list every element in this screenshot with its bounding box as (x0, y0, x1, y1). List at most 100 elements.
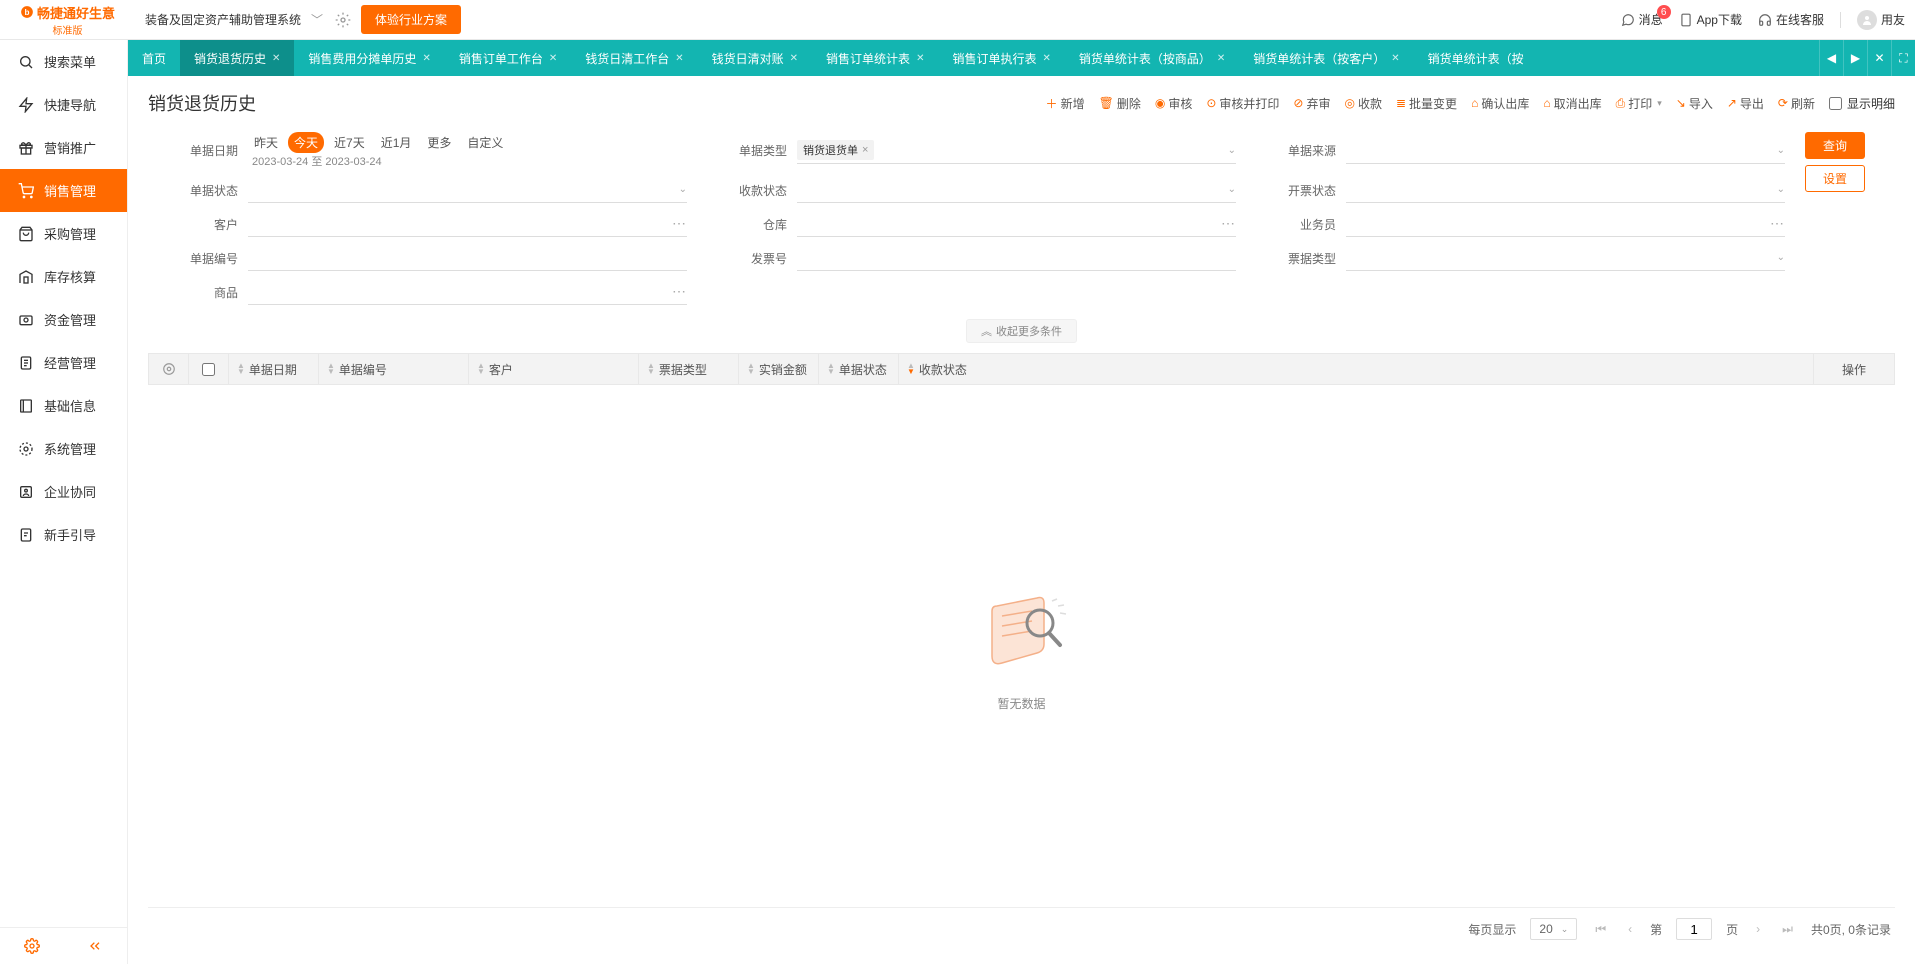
col-status[interactable]: ▲▼单据状态 (819, 354, 899, 384)
tab-6[interactable]: 销售订单统计表✕ (812, 40, 938, 76)
sidebar-item-8[interactable]: 基础信息 (0, 384, 127, 427)
toolbar-import[interactable]: ↘导入 (1676, 95, 1713, 112)
toolbar-audit[interactable]: ◉审核 (1155, 95, 1193, 112)
tab-8[interactable]: 销货单统计表（按商品）✕ (1065, 40, 1239, 76)
tab-close-all[interactable]: ✕ (1867, 40, 1891, 76)
show-detail-checkbox[interactable]: 显示明细 (1829, 95, 1895, 112)
close-icon[interactable]: × (862, 144, 868, 156)
close-icon[interactable]: ✕ (790, 53, 798, 64)
filter-warehouse[interactable]: 仓库 ⋯ (727, 211, 1236, 237)
close-icon[interactable]: ✕ (1217, 53, 1225, 64)
col-ticket-type[interactable]: ▲▼票据类型 (639, 354, 739, 384)
tab-scroll-left[interactable]: ◀ (1819, 40, 1843, 76)
toolbar-confirm-out[interactable]: ⌂确认出库 (1471, 95, 1529, 112)
app-download-link[interactable]: App下载 (1679, 11, 1742, 28)
filter-source[interactable]: 单据来源 ⌄ (1276, 132, 1785, 169)
date-quick-today[interactable]: 今天 (288, 132, 324, 153)
filter-customer[interactable]: 客户 ⋯ (178, 211, 687, 237)
settings-icon[interactable] (335, 12, 351, 28)
tab-2[interactable]: 销售费用分摊单历史✕ (294, 40, 444, 76)
col-customer[interactable]: ▲▼客户 (469, 354, 639, 384)
sidebar-item-6[interactable]: 资金管理 (0, 298, 127, 341)
per-page-select[interactable]: 20⌄ (1530, 918, 1577, 940)
tab-1[interactable]: 销货退货历史✕ (180, 40, 294, 76)
page-first[interactable]: ⏮ (1591, 922, 1610, 937)
try-industry-button[interactable]: 体验行业方案 (361, 5, 461, 34)
ellipsis-icon[interactable]: ⋯ (672, 215, 687, 232)
filter-invoice[interactable]: 发票号 (727, 245, 1236, 271)
toolbar-cancel-out[interactable]: ⌂取消出库 (1543, 95, 1601, 112)
close-icon[interactable]: ✕ (1391, 53, 1399, 64)
filter-code[interactable]: 单据编号 (178, 245, 687, 271)
filter-salesperson[interactable]: 业务员 ⋯ (1276, 211, 1785, 237)
tab-9[interactable]: 销货单统计表（按客户）✕ (1239, 40, 1413, 76)
close-icon[interactable]: ✕ (422, 53, 430, 64)
tab-5[interactable]: 钱货日清对账✕ (698, 40, 812, 76)
filter-type[interactable]: 单据类型 销货退货单× ⌄ (727, 132, 1236, 169)
page-prev[interactable]: ‹ (1624, 922, 1636, 936)
system-selector[interactable]: 装备及固定资产辅助管理系统 ﹀ (145, 11, 323, 28)
settings-button[interactable]: 设置 (1805, 165, 1865, 192)
tab-0[interactable]: 首页 (128, 40, 180, 76)
filter-open-invoice[interactable]: 开票状态 ⌄ (1276, 177, 1785, 203)
tab-scroll-right[interactable]: ▶ (1843, 40, 1867, 76)
toolbar-collect[interactable]: ◎收款 (1344, 95, 1382, 112)
sidebar-collapse-icon[interactable] (87, 938, 103, 954)
sidebar-item-10[interactable]: 企业协同 (0, 470, 127, 513)
sidebar-item-0[interactable]: 搜索菜单 (0, 40, 127, 83)
ellipsis-icon[interactable]: ⋯ (1770, 215, 1785, 232)
col-date[interactable]: ▲▼单据日期 (229, 354, 319, 384)
message-link[interactable]: 消息 6 (1621, 11, 1663, 28)
filter-status[interactable]: 单据状态 ⌄ (178, 177, 687, 203)
tab-7[interactable]: 销售订单执行表✕ (938, 40, 1064, 76)
col-pay-status[interactable]: ▲▼收款状态 (899, 354, 1814, 384)
filter-ticket-type[interactable]: 票据类型 ⌄ (1276, 245, 1785, 271)
close-icon[interactable]: ✕ (1042, 53, 1050, 64)
user-menu[interactable]: 用友 (1857, 10, 1905, 30)
page-last[interactable]: ⏭ (1778, 922, 1797, 937)
sidebar-item-1[interactable]: 快捷导航 (0, 83, 127, 126)
toolbar-print[interactable]: ⎙打印▾ (1616, 95, 1662, 112)
toolbar-export[interactable]: ↗导出 (1727, 95, 1764, 112)
sidebar-item-2[interactable]: 营销推广 (0, 126, 127, 169)
tab-3[interactable]: 销售订单工作台✕ (445, 40, 571, 76)
online-service-link[interactable]: 在线客服 (1758, 11, 1824, 28)
sidebar-settings-icon[interactable] (24, 938, 40, 954)
page-input[interactable] (1676, 918, 1712, 940)
sidebar-item-7[interactable]: 经营管理 (0, 341, 127, 384)
ellipsis-icon[interactable]: ⋯ (672, 283, 687, 300)
close-icon[interactable]: ✕ (272, 53, 280, 64)
date-quick-7days[interactable]: 近7天 (328, 132, 371, 153)
tab-10[interactable]: 销货单统计表（按 (1414, 40, 1538, 76)
column-settings-icon[interactable] (149, 354, 189, 384)
sidebar-item-4[interactable]: 采购管理 (0, 212, 127, 255)
date-quick-yesterday[interactable]: 昨天 (248, 132, 284, 153)
filter-product[interactable]: 商品 ⋯ (178, 279, 687, 305)
query-button[interactable]: 查询 (1805, 132, 1865, 159)
close-icon[interactable]: ✕ (916, 53, 924, 64)
date-quick-custom[interactable]: 自定义 (461, 132, 509, 153)
toolbar-delete[interactable]: 🗑删除 (1099, 95, 1141, 112)
toolbar-refresh[interactable]: ⟳刷新 (1778, 95, 1815, 112)
toolbar-abandon[interactable]: ⊘弃审 (1293, 95, 1330, 112)
collapse-filters-button[interactable]: ︽ 收起更多条件 (966, 319, 1077, 343)
col-amount[interactable]: ▲▼实销金额 (739, 354, 819, 384)
close-icon[interactable]: ✕ (549, 53, 557, 64)
type-tag[interactable]: 销货退货单× (797, 140, 874, 160)
tab-fullscreen[interactable]: ⛶ (1891, 40, 1915, 76)
toolbar-batch[interactable]: ≣批量变更 (1396, 95, 1457, 112)
sidebar-item-3[interactable]: 销售管理 (0, 169, 127, 212)
close-icon[interactable]: ✕ (675, 53, 683, 64)
select-all-checkbox[interactable] (189, 354, 229, 384)
page-next[interactable]: › (1752, 922, 1764, 936)
sidebar-item-9[interactable]: 系统管理 (0, 427, 127, 470)
date-quick-1month[interactable]: 近1月 (375, 132, 418, 153)
sidebar-item-11[interactable]: 新手引导 (0, 513, 127, 556)
tab-4[interactable]: 钱货日清工作台✕ (571, 40, 697, 76)
col-code[interactable]: ▲▼单据编号 (319, 354, 469, 384)
date-quick-more[interactable]: 更多 (421, 132, 457, 153)
sidebar-item-5[interactable]: 库存核算 (0, 255, 127, 298)
toolbar-add[interactable]: ＋新增 (1046, 95, 1085, 112)
ellipsis-icon[interactable]: ⋯ (1221, 215, 1236, 232)
filter-pay-status[interactable]: 收款状态 ⌄ (727, 177, 1236, 203)
